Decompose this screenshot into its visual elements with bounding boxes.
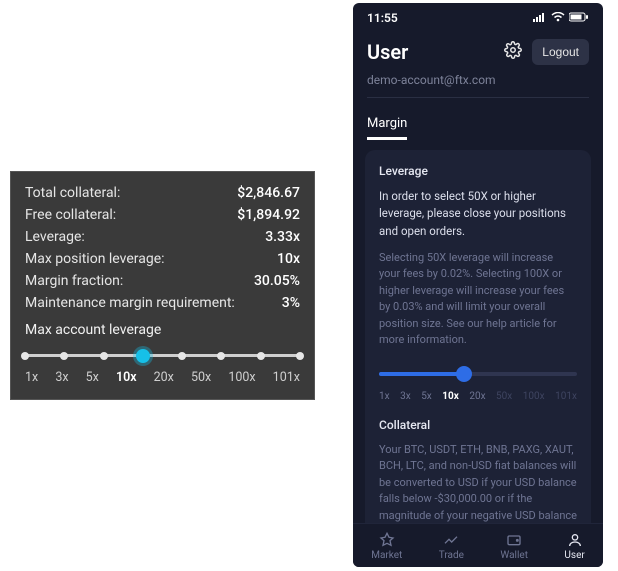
slider-mark: 20x	[469, 391, 485, 402]
mobile-screen: 11:55 User Logout demo-account@ftx.com M…	[353, 3, 603, 567]
slider-mark: 1x	[379, 391, 390, 402]
signal-icon	[533, 11, 547, 25]
slider-mark: 20x	[154, 370, 174, 385]
slider-thumb[interactable]	[136, 349, 150, 363]
slider-mark: 100x	[523, 391, 545, 402]
slider-tick[interactable]	[257, 352, 265, 360]
nav-wallet[interactable]: Wallet	[500, 532, 528, 561]
stat-row: Margin fraction: 30.05%	[25, 270, 300, 292]
slider-mark: 101x	[555, 391, 577, 402]
leverage-card: Leverage In order to select 50X or highe…	[365, 150, 591, 523]
slider-mark: 5x	[86, 370, 99, 385]
leverage-warning: In order to select 50X or higher leverag…	[379, 188, 577, 240]
stat-row: Leverage: 3.33x	[25, 226, 300, 248]
slider-tick[interactable]	[60, 352, 68, 360]
nav-trade[interactable]: Trade	[439, 532, 464, 561]
tab-margin[interactable]: Margin	[367, 116, 407, 140]
max-account-leverage-slider[interactable]	[25, 346, 300, 366]
logout-button[interactable]: Logout	[532, 39, 589, 65]
page-title: User	[367, 40, 408, 64]
wallet-icon	[506, 532, 522, 548]
tabs: Margin	[353, 98, 603, 140]
slider-mark: 50x	[191, 370, 211, 385]
slider-labels: 1x 3x 5x 10x 20x 50x 100x 101x	[25, 370, 300, 385]
bottom-nav: Market Trade Wallet User	[353, 523, 603, 567]
leverage-slider[interactable]	[379, 363, 577, 385]
account-margin-panel: Total collateral: $2,846.67 Free collate…	[10, 171, 315, 400]
total-collateral-label: Total collateral:	[25, 185, 120, 201]
nav-label: User	[564, 550, 584, 561]
stat-row: Max position leverage: 10x	[25, 248, 300, 270]
slider-mark: 5x	[421, 391, 432, 402]
gear-icon[interactable]	[504, 41, 522, 63]
leverage-slider-labels: 1x 3x 5x 10x 20x 50x 100x 101x	[379, 391, 577, 402]
slider-mark: 3x	[400, 391, 411, 402]
nav-label: Trade	[439, 550, 464, 561]
leverage-details: Selecting 50X leverage will increase you…	[379, 250, 577, 349]
nav-label: Wallet	[500, 550, 528, 561]
max-position-leverage-value: 10x	[277, 251, 300, 267]
slider-tick[interactable]	[178, 352, 186, 360]
market-icon	[379, 532, 395, 548]
leverage-value: 3.33x	[265, 229, 300, 245]
slider-mark: 101x	[273, 370, 300, 385]
free-collateral-value: $1,894.92	[237, 207, 300, 223]
leverage-title: Leverage	[379, 164, 577, 178]
collateral-text: Your BTC, USDT, ETH, BNB, PAXG, XAUT, BC…	[379, 442, 577, 523]
stat-row: Free collateral: $1,894.92	[25, 204, 300, 226]
user-icon	[567, 532, 583, 548]
slider-fill	[379, 372, 464, 376]
collateral-title: Collateral	[379, 418, 577, 432]
trade-icon	[443, 532, 459, 548]
battery-icon	[569, 11, 589, 25]
slider-mark: 1x	[25, 370, 38, 385]
status-icons	[533, 11, 589, 25]
mmr-value: 3%	[282, 295, 300, 311]
margin-fraction-label: Margin fraction:	[25, 273, 123, 289]
status-time: 11:55	[367, 11, 398, 25]
slider-tick[interactable]	[100, 352, 108, 360]
slider-tick[interactable]	[21, 352, 29, 360]
nav-label: Market	[371, 550, 402, 561]
status-bar: 11:55	[353, 3, 603, 29]
mmr-label: Maintenance margin requirement:	[25, 295, 235, 311]
slider-mark: 10x	[442, 391, 459, 402]
total-collateral-value: $2,846.67	[237, 185, 300, 201]
slider-mark: 3x	[55, 370, 68, 385]
stat-row: Maintenance margin requirement: 3%	[25, 292, 300, 314]
max-account-leverage-title: Max account leverage	[25, 322, 300, 338]
slider-tick[interactable]	[217, 352, 225, 360]
content-scroll[interactable]: Leverage In order to select 50X or highe…	[353, 140, 603, 523]
slider-mark: 50x	[496, 391, 512, 402]
nav-user[interactable]: User	[564, 532, 584, 561]
max-position-leverage-label: Max position leverage:	[25, 251, 165, 267]
stat-row: Total collateral: $2,846.67	[25, 182, 300, 204]
margin-fraction-value: 30.05%	[254, 273, 300, 289]
slider-thumb[interactable]	[456, 366, 472, 382]
wifi-icon	[551, 11, 565, 25]
slider-mark: 10x	[116, 370, 137, 385]
slider-tick[interactable]	[296, 352, 304, 360]
free-collateral-label: Free collateral:	[25, 207, 116, 223]
slider-mark: 100x	[228, 370, 255, 385]
page-header: User Logout	[353, 29, 603, 71]
nav-market[interactable]: Market	[371, 532, 402, 561]
account-email: demo-account@ftx.com	[353, 71, 603, 97]
leverage-label: Leverage:	[25, 229, 85, 245]
